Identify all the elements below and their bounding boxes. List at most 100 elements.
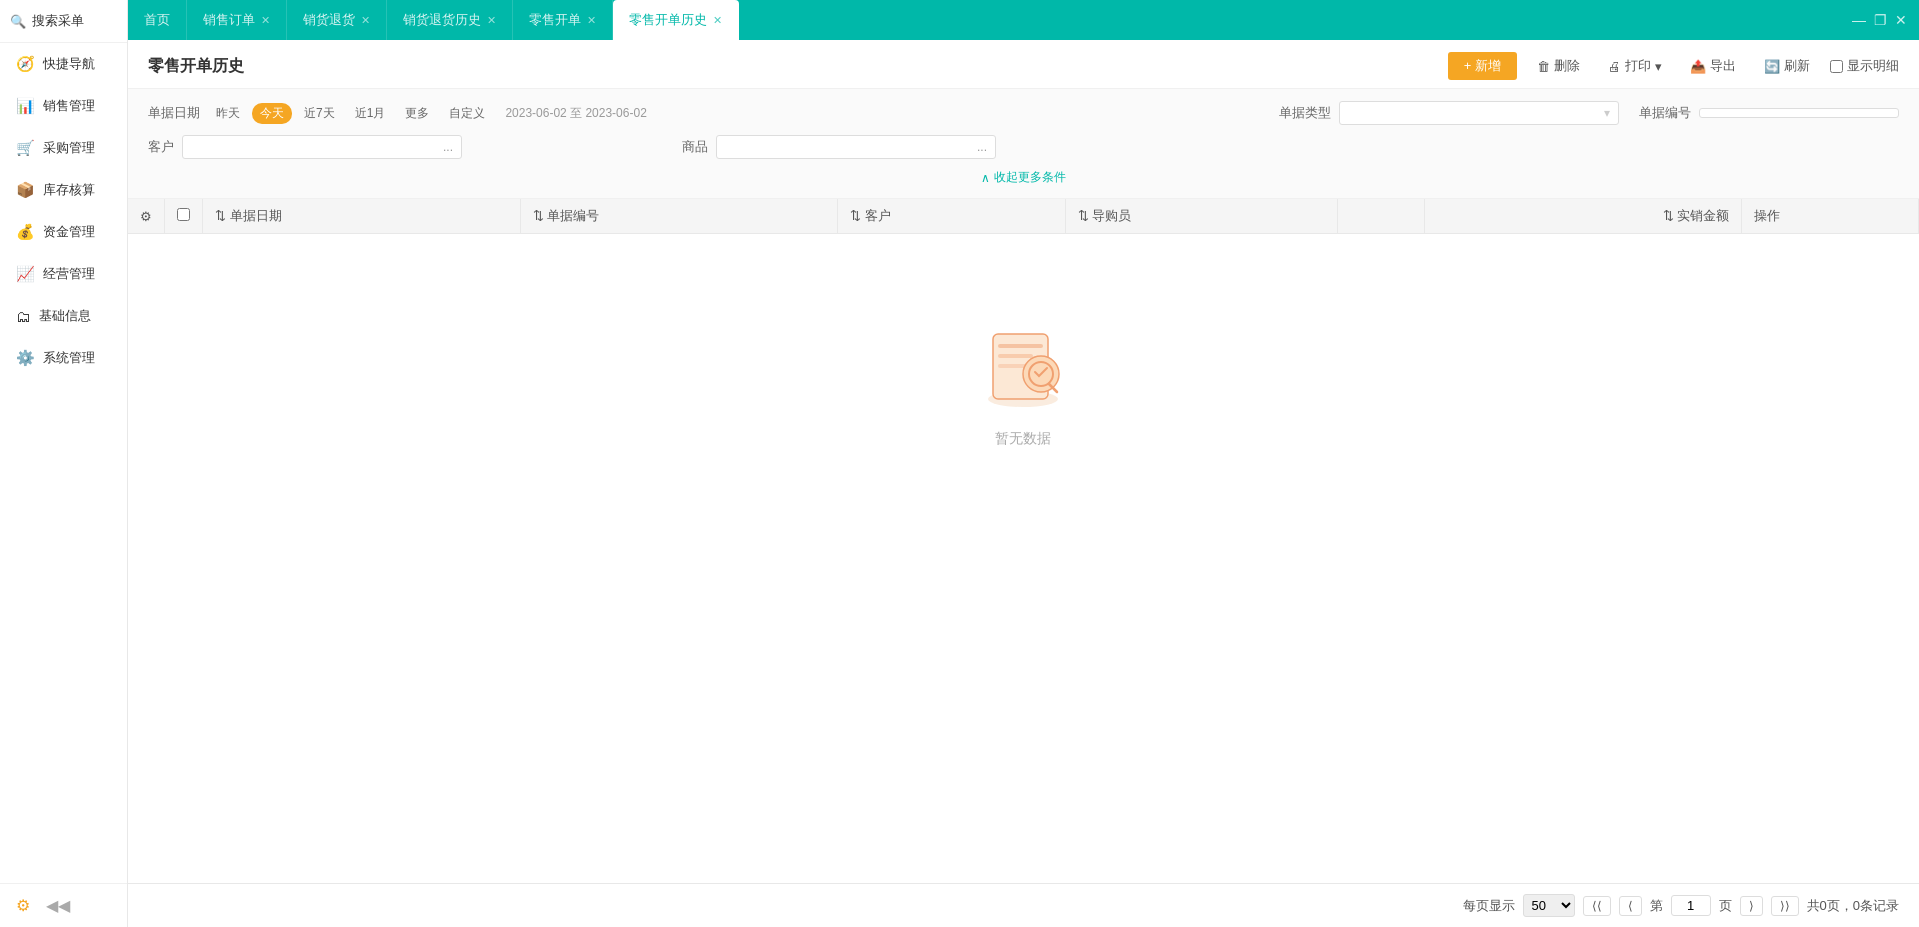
page-header: 零售开单历史 + 新增 🗑 删除 🖨 打印 ▾ 📤 导出 🔄 bbox=[128, 40, 1919, 89]
customer-label: 客户 bbox=[148, 138, 174, 156]
tab-sales-return-history[interactable]: 销货退货历史 ✕ bbox=[387, 0, 513, 40]
per-page-select[interactable]: 50 10 20 100 bbox=[1523, 894, 1575, 917]
customer-input[interactable]: ... bbox=[182, 135, 462, 159]
tab-label-home: 首页 bbox=[144, 11, 170, 29]
refresh-button[interactable]: 🔄 刷新 bbox=[1756, 53, 1818, 79]
select-all-checkbox[interactable] bbox=[177, 208, 190, 221]
date-range-display: 2023-06-02 至 2023-06-02 bbox=[505, 105, 646, 122]
tab-close-retail-open-history[interactable]: ✕ bbox=[713, 14, 722, 27]
next-page-btn[interactable]: ⟩ bbox=[1740, 896, 1763, 916]
export-button[interactable]: 📤 导出 bbox=[1682, 53, 1744, 79]
date-btn-custom[interactable]: 自定义 bbox=[441, 103, 493, 124]
sidebar-item-inventory[interactable]: 📦 库存核算 bbox=[0, 169, 127, 211]
tab-close-sales-return-history[interactable]: ✕ bbox=[487, 14, 496, 27]
total-info: 共0页，0条记录 bbox=[1807, 897, 1899, 915]
tab-close-retail-open[interactable]: ✕ bbox=[587, 14, 596, 27]
page-label-pre: 第 bbox=[1650, 897, 1663, 915]
sidebar-item-operations[interactable]: 📈经营管理 bbox=[0, 253, 127, 295]
th-settings[interactable]: ⚙ bbox=[128, 199, 165, 234]
th-no[interactable]: ⇅ 单据编号 bbox=[520, 199, 838, 234]
goods-browse-icon[interactable]: ... bbox=[977, 140, 987, 154]
empty-text: 暂无数据 bbox=[995, 430, 1051, 448]
close-window-icon[interactable]: ✕ bbox=[1895, 12, 1907, 28]
bill-no-input[interactable] bbox=[1699, 108, 1899, 118]
sidebar-icon-purchase-mgmt: 🛒 bbox=[16, 139, 35, 157]
refresh-icon: 🔄 bbox=[1764, 59, 1780, 74]
th-date[interactable]: ⇅ 单据日期 bbox=[203, 199, 521, 234]
tab-close-sales-return[interactable]: ✕ bbox=[361, 14, 370, 27]
main-area: 首页销售订单 ✕销货退货 ✕销货退货历史 ✕零售开单 ✕零售开单历史 ✕ — ❐… bbox=[128, 0, 1919, 927]
sidebar-label-quick-nav: 快捷导航 bbox=[43, 55, 95, 73]
add-button[interactable]: + 新增 bbox=[1448, 52, 1517, 80]
date-btn-more[interactable]: 更多 bbox=[397, 103, 437, 124]
th-amount[interactable]: ⇅ 实销金额 bbox=[1424, 199, 1742, 234]
tab-label-retail-open: 零售开单 bbox=[529, 11, 581, 29]
goods-input[interactable]: ... bbox=[716, 135, 996, 159]
first-page-btn[interactable]: ⟨⟨ bbox=[1583, 896, 1611, 916]
sidebar-footer: ⚙ ◀◀ bbox=[0, 883, 127, 927]
table-body: 暂无数据 bbox=[128, 234, 1919, 529]
tab-close-sales-order[interactable]: ✕ bbox=[261, 14, 270, 27]
sidebar-icon-operations: 📈 bbox=[16, 265, 35, 283]
th-salesperson[interactable]: ⇅ 导购员 bbox=[1065, 199, 1337, 234]
collapse-filter-btn[interactable]: ∧ 收起更多条件 bbox=[148, 169, 1899, 186]
sidebar-label-basic-info: 基础信息 bbox=[39, 307, 91, 325]
sidebar-item-basic-info[interactable]: 🗂 基础信息 bbox=[0, 295, 127, 337]
date-btn-last_month[interactable]: 近1月 bbox=[347, 103, 394, 124]
customer-browse-icon[interactable]: ... bbox=[443, 140, 453, 154]
search-icon: 🔍 bbox=[10, 14, 26, 29]
tab-retail-open[interactable]: 零售开单 ✕ bbox=[513, 0, 613, 40]
sidebar-label-system-mgmt: 系统管理 bbox=[43, 349, 95, 367]
tab-home[interactable]: 首页 bbox=[128, 0, 187, 40]
date-btn-yesterday[interactable]: 昨天 bbox=[208, 103, 248, 124]
sidebar-icon-finance: 💰 bbox=[16, 223, 35, 241]
sidebar-item-purchase-mgmt[interactable]: 🛒采购管理 bbox=[0, 127, 127, 169]
sidebar-icon-quick-nav: 🧭 bbox=[16, 55, 35, 73]
sidebar-item-system-mgmt[interactable]: ⚙️ 系统管理 bbox=[0, 337, 127, 379]
th-customer[interactable]: ⇅ 客户 bbox=[838, 199, 1065, 234]
sidebar-search[interactable]: 🔍 搜索采单 bbox=[0, 0, 127, 43]
sidebar-item-finance[interactable]: 💰资金管理 bbox=[0, 211, 127, 253]
bill-type-filter: 单据类型 ▾ bbox=[1279, 101, 1619, 125]
th-action: 操作 bbox=[1742, 199, 1919, 234]
date-filter-label: 单据日期 bbox=[148, 104, 200, 122]
page-number-input[interactable] bbox=[1671, 895, 1711, 916]
sidebar-icon-basic-info: 🗂 bbox=[16, 308, 31, 325]
prev-page-btn[interactable]: ⟨ bbox=[1619, 896, 1642, 916]
empty-state: 暂无数据 bbox=[128, 234, 1919, 528]
toolbar: + 新增 🗑 删除 🖨 打印 ▾ 📤 导出 🔄 刷新 bbox=[1448, 52, 1899, 80]
th-checkbox[interactable] bbox=[165, 199, 203, 234]
tab-sales-return[interactable]: 销货退货 ✕ bbox=[287, 0, 387, 40]
show-detail-input[interactable] bbox=[1830, 60, 1843, 73]
pagination: 每页显示 50 10 20 100 ⟨⟨ ⟨ 第 页 ⟩ ⟩⟩ 共0页，0条记录 bbox=[128, 883, 1919, 927]
tab-retail-open-history[interactable]: 零售开单历史 ✕ bbox=[613, 0, 739, 40]
sidebar-item-sales-mgmt[interactable]: 📊销售管理 bbox=[0, 85, 127, 127]
svg-rect-3 bbox=[998, 354, 1033, 358]
filter-area: 单据日期 昨天今天近7天近1月更多自定义 2023-06-02 至 2023-0… bbox=[128, 89, 1919, 199]
date-btn-last7[interactable]: 近7天 bbox=[296, 103, 343, 124]
bill-type-label: 单据类型 bbox=[1279, 104, 1331, 122]
sidebar-icon-system-mgmt: ⚙️ bbox=[16, 349, 35, 367]
show-detail-checkbox[interactable]: 显示明细 bbox=[1830, 57, 1899, 75]
print-button[interactable]: 🖨 打印 ▾ bbox=[1600, 53, 1670, 79]
th-date-label: ⇅ 单据日期 bbox=[215, 208, 282, 223]
collapse-filter-label: 收起更多条件 bbox=[994, 169, 1066, 186]
tab-sales-order[interactable]: 销售订单 ✕ bbox=[187, 0, 287, 40]
th-customer-label: ⇅ 客户 bbox=[850, 208, 891, 223]
date-filter: 单据日期 昨天今天近7天近1月更多自定义 2023-06-02 至 2023-0… bbox=[148, 103, 647, 124]
last-page-btn[interactable]: ⟩⟩ bbox=[1771, 896, 1799, 916]
sidebar-item-quick-nav[interactable]: 🧭 快捷导航 bbox=[0, 43, 127, 85]
collapse-sidebar-icon[interactable]: ◀◀ bbox=[46, 896, 70, 915]
filter-row-2: 客户 ... 商品 ... bbox=[148, 135, 1899, 159]
settings-icon[interactable]: ⚙ bbox=[16, 896, 30, 915]
tabs-bar: 首页销售订单 ✕销货退货 ✕销货退货历史 ✕零售开单 ✕零售开单历史 ✕ — ❐… bbox=[128, 0, 1919, 40]
restore-icon[interactable]: ❐ bbox=[1874, 12, 1887, 28]
minimize-icon[interactable]: — bbox=[1852, 12, 1866, 28]
th-salesperson-label: ⇅ 导购员 bbox=[1078, 208, 1132, 223]
sidebar-label-sales-mgmt: 销售管理 bbox=[43, 97, 95, 115]
bill-type-select[interactable]: ▾ bbox=[1339, 101, 1619, 125]
date-btn-today[interactable]: 今天 bbox=[252, 103, 292, 124]
sidebar-label-inventory: 库存核算 bbox=[43, 181, 95, 199]
sidebar-icon-inventory: 📦 bbox=[16, 181, 35, 199]
delete-button[interactable]: 🗑 删除 bbox=[1529, 53, 1588, 79]
